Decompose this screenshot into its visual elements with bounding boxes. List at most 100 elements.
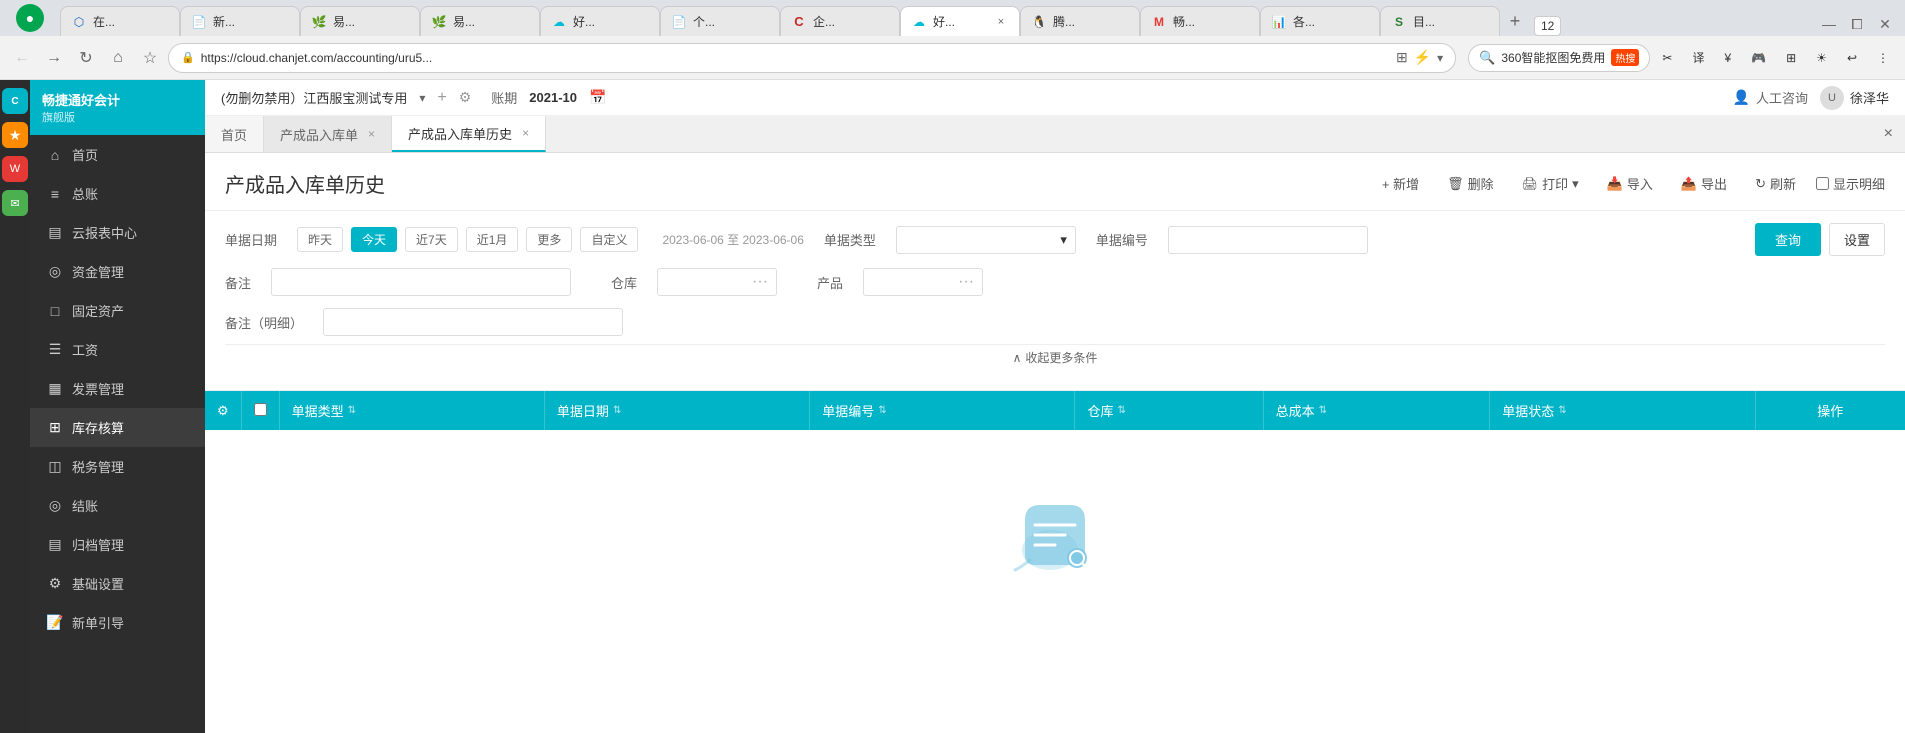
nav-item-home[interactable]: ⌂ 首页 — [30, 135, 205, 174]
browser-search-box[interactable]: 🔍 360智能抠图免费用 热搜 — [1468, 44, 1650, 72]
import-button[interactable]: 📥 导入 — [1599, 170, 1661, 197]
content-tab-history-close[interactable]: × — [522, 126, 529, 140]
settings-filter-button[interactable]: 设置 — [1829, 223, 1885, 256]
add-company-button[interactable]: + — [437, 89, 446, 107]
tab-4[interactable]: 🌿 易... — [420, 6, 540, 36]
add-button[interactable]: + 新增 — [1374, 170, 1427, 197]
note-detail-input[interactable] — [323, 308, 623, 336]
minimize-button[interactable]: — — [1817, 12, 1841, 36]
refresh-browser-button[interactable]: ↻ — [72, 44, 100, 72]
select-all-checkbox[interactable] — [254, 403, 267, 416]
grid-icon[interactable]: ⊞ — [1396, 49, 1408, 66]
translate-button[interactable]: 译 — [1684, 44, 1712, 72]
forward-button[interactable]: → — [40, 44, 68, 72]
browser-logo-icon[interactable]: ● — [16, 4, 44, 32]
grid-view-button[interactable]: ⊞ — [1778, 44, 1804, 72]
settings-company-icon[interactable]: ⚙ — [459, 89, 472, 106]
sidebar-star-item[interactable]: ★ — [2, 122, 28, 148]
tab-1[interactable]: ⬡ 在... — [60, 6, 180, 36]
bill-no-input[interactable] — [1168, 226, 1368, 254]
nav-item-settings[interactable]: ⚙ 基础设置 — [30, 564, 205, 603]
nav-item-funds[interactable]: ◎ 资金管理 — [30, 252, 205, 291]
show-detail-checkbox[interactable] — [1816, 177, 1829, 190]
col-bill-type[interactable]: 单据类型 ⇅ — [279, 391, 544, 430]
dropdown-icon[interactable]: ▾ — [1437, 51, 1443, 65]
gamepad-button[interactable]: 🎮 — [1743, 44, 1774, 72]
nav-item-tax[interactable]: ◫ 税务管理 — [30, 447, 205, 486]
tab-12[interactable]: S 目... — [1380, 6, 1500, 36]
col-actions: 操作 — [1755, 391, 1905, 430]
today-button[interactable]: 今天 — [351, 227, 397, 252]
bookmark-button[interactable]: ☆ — [136, 44, 164, 72]
tab-10[interactable]: M 畅... — [1140, 6, 1260, 36]
more-date-button[interactable]: 更多 — [526, 227, 572, 252]
collapse-filters-button[interactable]: ∧ 收起更多条件 — [225, 344, 1885, 370]
print-button[interactable]: 🖨 打印 ▾ — [1514, 170, 1587, 197]
col-warehouse[interactable]: 仓库 ⇅ — [1075, 391, 1263, 430]
theme-button[interactable]: ☀ — [1808, 44, 1835, 72]
address-bar[interactable]: 🔒 https://cloud.chanjet.com/accounting/u… — [168, 43, 1456, 73]
nav-item-assets[interactable]: □ 固定资产 — [30, 291, 205, 330]
tab-count[interactable]: 12 — [1534, 16, 1561, 36]
refresh-button[interactable]: ↻ 刷新 — [1747, 170, 1804, 197]
nav-item-ledger[interactable]: ≡ 总账 — [30, 174, 205, 213]
new-tab-button[interactable]: + — [1500, 6, 1530, 36]
content-tab-history[interactable]: 产成品入库单历史 × — [392, 116, 546, 152]
export-button[interactable]: 📤 导出 — [1673, 170, 1735, 197]
tab-11[interactable]: 📊 各... — [1260, 6, 1380, 36]
col-check[interactable] — [241, 391, 279, 430]
company-dropdown-icon[interactable]: ▾ — [419, 91, 425, 105]
content-tab-home[interactable]: 首页 — [205, 116, 264, 152]
nav-item-archive[interactable]: ▤ 归档管理 — [30, 525, 205, 564]
undo-button[interactable]: ↩ — [1839, 44, 1865, 72]
note-input[interactable] — [271, 268, 571, 296]
currency-button[interactable]: ¥ — [1716, 44, 1739, 72]
last1month-button[interactable]: 近1月 — [466, 227, 519, 252]
tab-6[interactable]: 📄 个... — [660, 6, 780, 36]
bill-type-select[interactable]: ▾ — [896, 226, 1076, 254]
yesterday-button[interactable]: 昨天 — [297, 227, 343, 252]
col-bill-status[interactable]: 单据状态 ⇅ — [1490, 391, 1755, 430]
last7days-button[interactable]: 近7天 — [405, 227, 458, 252]
content-tab-list[interactable]: 产成品入库单 × — [264, 116, 392, 152]
restore-button[interactable]: ⧠ — [1845, 12, 1869, 36]
scissors-button[interactable]: ✂ — [1654, 44, 1680, 72]
col-bill-date[interactable]: 单据日期 ⇅ — [544, 391, 809, 430]
col-total-cost[interactable]: 总成本 ⇅ — [1263, 391, 1490, 430]
tab-8-close-icon[interactable]: × — [993, 14, 1009, 30]
tab-7[interactable]: C 企... — [780, 6, 900, 36]
panel-close-button[interactable]: × — [1872, 125, 1905, 143]
product-select[interactable]: ··· — [863, 268, 983, 296]
lightning-icon[interactable]: ⚡ — [1414, 49, 1431, 66]
back-button[interactable]: ← — [8, 44, 36, 72]
user-area[interactable]: U 徐泽华 — [1820, 86, 1889, 110]
calendar-icon[interactable]: 📅 — [589, 89, 606, 106]
col-bill-no[interactable]: 单据编号 ⇅ — [810, 391, 1075, 430]
nav-item-close[interactable]: ◎ 结账 — [30, 486, 205, 525]
nav-item-salary[interactable]: ☰ 工资 — [30, 330, 205, 369]
sidebar-mail-item[interactable]: ✉ — [2, 190, 28, 216]
tab-8[interactable]: ☁ 好... × — [900, 6, 1020, 36]
home-browser-button[interactable]: ⌂ — [104, 44, 132, 72]
sidebar-weibo-item[interactable]: W — [2, 156, 28, 182]
tab-9[interactable]: 🐧 腾... — [1020, 6, 1140, 36]
delete-button[interactable]: 🗑 删除 — [1439, 170, 1502, 197]
tab-3[interactable]: 🌿 易... — [300, 6, 420, 36]
nav-item-reports[interactable]: ▤ 云报表中心 — [30, 213, 205, 252]
warehouse-select[interactable]: ··· — [657, 268, 777, 296]
query-button[interactable]: 查询 — [1755, 223, 1821, 256]
nav-item-invoice[interactable]: ▦ 发票管理 — [30, 369, 205, 408]
sidebar-logo-item[interactable]: C — [2, 88, 28, 114]
tab-5[interactable]: ☁ 好... — [540, 6, 660, 36]
col-gear[interactable]: ⚙ — [205, 391, 241, 430]
nav-item-inventory[interactable]: ⊞ 库存核算 — [30, 408, 205, 447]
show-detail-checkbox-area[interactable]: 显示明细 — [1816, 174, 1885, 193]
content-tab-list-close[interactable]: × — [368, 127, 375, 141]
nav-item-newbill[interactable]: 📝 新单引导 — [30, 603, 205, 642]
tab-2[interactable]: 📄 新... — [180, 6, 300, 36]
ai-consult-area[interactable]: 👤 人工咨询 — [1733, 88, 1808, 107]
custom-date-button[interactable]: 自定义 — [580, 227, 638, 252]
address-toolbar: ← → ↻ ⌂ ☆ 🔒 https://cloud.chanjet.com/ac… — [0, 36, 1905, 80]
more-button[interactable]: ⋮ — [1869, 44, 1897, 72]
close-window-button[interactable]: ✕ — [1873, 12, 1897, 36]
